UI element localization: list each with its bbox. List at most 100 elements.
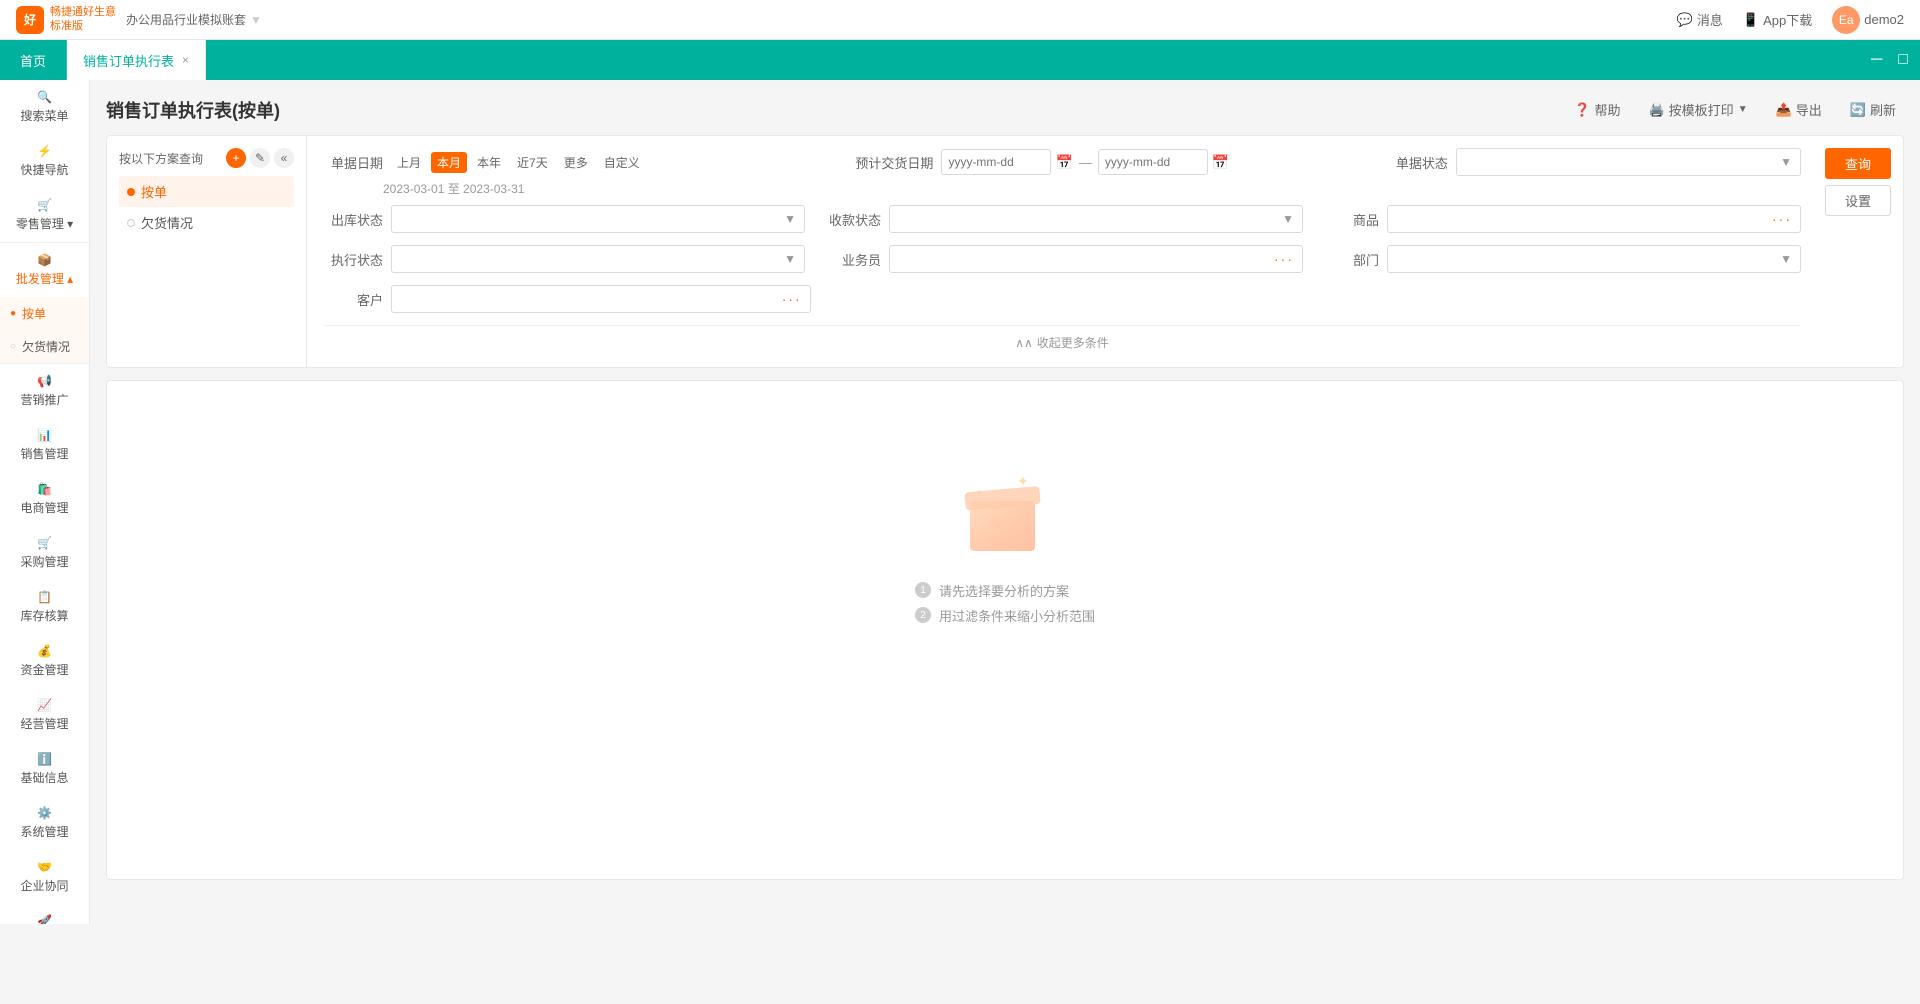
qianHuo-nav-dot	[127, 219, 135, 227]
sidebar-item-basic[interactable]: ℹ️ 基础信息	[0, 742, 89, 796]
filter-edit-button[interactable]: ✎	[250, 148, 270, 168]
ecommerce-icon: 🛍️	[37, 482, 52, 496]
query-button[interactable]: 查询	[1825, 148, 1891, 179]
payment-select[interactable]: ▼	[889, 205, 1303, 233]
query-buttons: 查询 设置	[1817, 136, 1903, 367]
tab-home[interactable]: 首页	[0, 40, 67, 80]
dept-select[interactable]: ▼	[1387, 245, 1801, 273]
salesperson-select[interactable]: ···	[889, 245, 1303, 273]
sidebar-item-operation[interactable]: 📈 经营管理	[0, 688, 89, 742]
refresh-button[interactable]: 🔄 刷新	[1842, 96, 1904, 123]
filter-add-button[interactable]: +	[226, 148, 246, 168]
marketing-icon: 📢	[37, 374, 52, 388]
warehouse-select[interactable]: ▼	[391, 205, 805, 233]
empty-box-svg: ✦ ✦	[955, 461, 1055, 561]
tab-close-icon[interactable]: ×	[182, 53, 189, 67]
retail-icon: 🛒	[37, 198, 52, 212]
print-button[interactable]: 🖨️ 按模板打印 ▼	[1640, 96, 1755, 123]
operation-icon: 📈	[37, 698, 52, 712]
message-button[interactable]: 💬 消息	[1677, 10, 1723, 29]
sidebar-item-quick-nav[interactable]: ⚡ 快捷导航	[0, 134, 89, 188]
filter-left-title: 按以下方案查询 + ✎ «	[119, 148, 294, 168]
content-area: ✦ ✦ 1 请先选择要分析的方案 2 用过滤条件来缩小分析范围	[106, 380, 1904, 880]
filter-collapse-button[interactable]: «	[274, 148, 294, 168]
tab-bar-right: ─ □	[1867, 47, 1920, 73]
sidebar-item-newbie[interactable]: 🚀 新手引导	[0, 904, 89, 924]
sidebar-item-inventory[interactable]: 📋 库存核算	[0, 580, 89, 634]
sidebar-item-search[interactable]: 🔍 搜索菜单	[0, 80, 89, 134]
date-tab-lastmonth[interactable]: 上月	[391, 152, 427, 173]
sidebar-item-retail[interactable]: 🛒 零售管理 ▾	[0, 188, 89, 242]
date-tab-thismonth[interactable]: 本月	[431, 152, 467, 173]
goods-more-icon[interactable]: ···	[1772, 211, 1792, 227]
app-download-button[interactable]: 📱 App下载	[1743, 10, 1812, 29]
sidebar-item-system[interactable]: ⚙️ 系统管理	[0, 796, 89, 850]
filter-field-payment: 收款状态 ▼	[821, 205, 1303, 233]
page-actions: ❓ 帮助 🖨️ 按模板打印 ▼ 📤 导出 🔄 刷新	[1566, 96, 1904, 123]
export-button[interactable]: 📤 导出	[1768, 96, 1830, 123]
goods-select[interactable]: ···	[1387, 205, 1801, 233]
sidebar-item-sales[interactable]: 📊 销售管理	[0, 418, 89, 472]
app-icon: 📱	[1743, 12, 1759, 28]
salesperson-more-icon[interactable]: ···	[1274, 251, 1294, 267]
tab-maximize-button[interactable]: □	[1894, 47, 1912, 73]
logo-icon: 好	[16, 6, 44, 34]
status-label: 单据状态	[1388, 153, 1448, 172]
customer-select[interactable]: ···	[391, 285, 811, 313]
sidebar-item-wholesale[interactable]: 📦 批发管理 ▴	[0, 243, 89, 297]
warehouse-chevron-icon: ▼	[784, 212, 796, 226]
sidebar-item-finance[interactable]: 💰 资金管理	[0, 634, 89, 688]
breadcrumb-arrow-icon[interactable]: ▼	[250, 13, 262, 27]
sidebar-sub-item-anDan[interactable]: ● 按单	[0, 297, 89, 330]
filter-field-customer: 客户 ···	[323, 285, 811, 313]
anDan-nav-dot	[127, 188, 135, 196]
step-num-1: 1	[915, 582, 931, 598]
anDan-active-dot: ●	[10, 308, 16, 319]
status-select[interactable]: ▼	[1456, 148, 1801, 176]
svg-text:✦: ✦	[1017, 473, 1029, 489]
exec-chevron-icon: ▼	[784, 252, 796, 266]
filter-nav-qianHuo[interactable]: 欠货情况	[119, 207, 294, 238]
sidebar-item-marketing[interactable]: 📢 营销推广	[0, 364, 89, 418]
user-menu[interactable]: Ea demo2	[1832, 6, 1904, 34]
breadcrumb: 办公用品行业模拟账套 ▼	[126, 11, 262, 28]
tab-sales-order[interactable]: 销售订单执行表 ×	[67, 40, 206, 80]
expected-date-from-input[interactable]	[941, 149, 1051, 175]
collapse-btn[interactable]: ∧∧ 收起更多条件	[1015, 334, 1109, 351]
date-tab-custom[interactable]: 自定义	[598, 152, 646, 173]
filter-collapse-row: ∧∧ 收起更多条件	[323, 325, 1801, 355]
cal-to-icon[interactable]: 📅	[1212, 154, 1229, 171]
exec-select[interactable]: ▼	[391, 245, 805, 273]
date-tab-thisyear[interactable]: 本年	[471, 152, 507, 173]
warehouse-label: 出库状态	[323, 210, 383, 229]
help-button[interactable]: ❓ 帮助	[1566, 96, 1628, 123]
system-icon: ⚙️	[37, 806, 52, 820]
export-icon: 📤	[1776, 102, 1792, 118]
main-content: 销售订单执行表(按单) ❓ 帮助 🖨️ 按模板打印 ▼ 📤 导出 🔄 刷新	[90, 80, 1920, 924]
empty-state: ✦ ✦ 1 请先选择要分析的方案 2 用过滤条件来缩小分析范围	[107, 381, 1903, 711]
filter-nav-anDan[interactable]: 按单	[119, 176, 294, 207]
inventory-icon: 📋	[37, 590, 52, 604]
empty-text: 1 请先选择要分析的方案 2 用过滤条件来缩小分析范围	[915, 581, 1095, 631]
filter-field-goods: 商品 ···	[1319, 205, 1801, 233]
filter-panel: 按以下方案查询 + ✎ « 按单	[106, 135, 1904, 368]
filter-row-2: 出库状态 ▼ 收款状态 ▼ 商品	[323, 205, 1801, 233]
date-tab-last7[interactable]: 近7天	[511, 152, 554, 173]
customer-more-icon[interactable]: ···	[782, 291, 802, 307]
payment-label: 收款状态	[821, 210, 881, 229]
sidebar-sub-item-qianHuo[interactable]: ○ 欠货情况	[0, 330, 89, 363]
top-bar: 好 畅捷通好生意 标准版 办公用品行业模拟账套 ▼ 💬 消息 📱 App下载 E…	[0, 0, 1920, 40]
tab-minimize-button[interactable]: ─	[1867, 47, 1886, 73]
avatar: Ea	[1832, 6, 1860, 34]
settings-button[interactable]: 设置	[1825, 185, 1891, 216]
top-bar-left: 好 畅捷通好生意 标准版 办公用品行业模拟账套 ▼	[16, 6, 262, 34]
cal-from-icon[interactable]: 📅	[1055, 154, 1072, 171]
print-arrow-icon: ▼	[1738, 104, 1748, 115]
filter-field-warehouse: 出库状态 ▼	[323, 205, 805, 233]
sidebar-item-ecommerce[interactable]: 🛍️ 电商管理	[0, 472, 89, 526]
customer-label: 客户	[323, 290, 383, 309]
sidebar-item-purchase[interactable]: 🛒 采购管理	[0, 526, 89, 580]
date-tab-more[interactable]: 更多	[558, 152, 594, 173]
expected-date-to-input[interactable]	[1098, 149, 1208, 175]
sidebar-item-corp[interactable]: 🤝 企业协同	[0, 850, 89, 904]
